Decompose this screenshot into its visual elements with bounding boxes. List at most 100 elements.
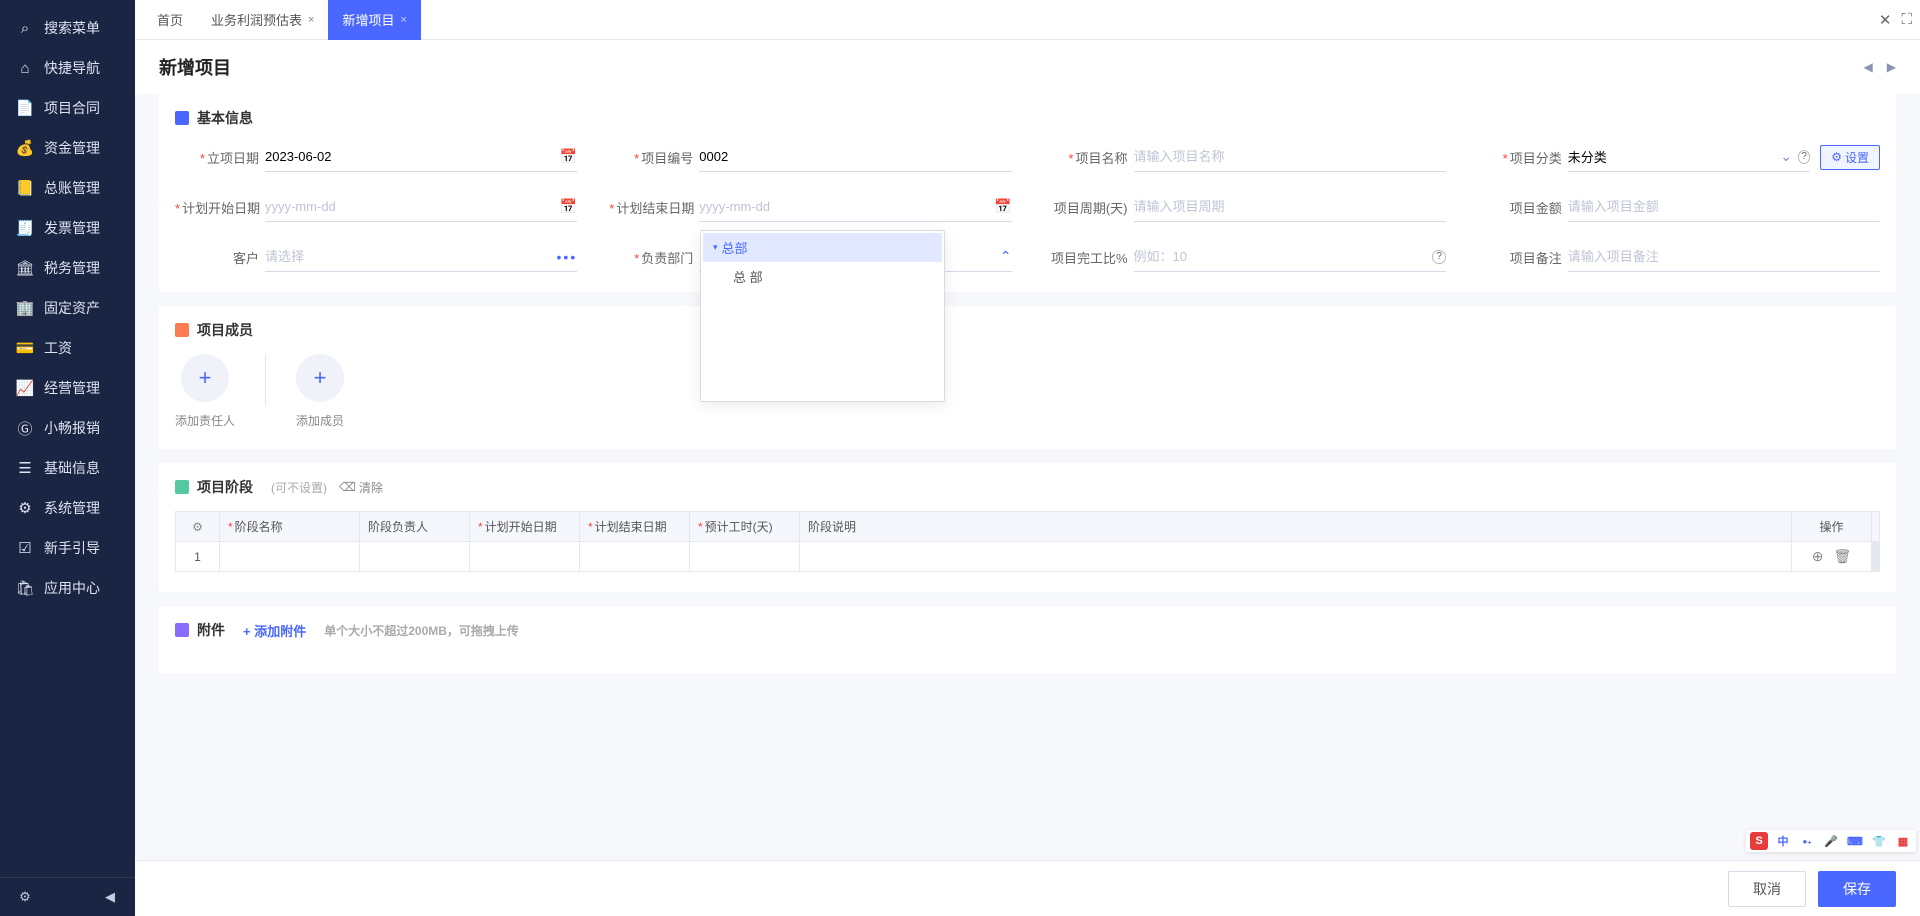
category-select[interactable] (1568, 149, 1775, 164)
search-icon: ⌕ (16, 19, 34, 37)
sidebar-search[interactable]: ⌕ 搜索菜单 (0, 8, 135, 48)
sidebar-item-baseinfo[interactable]: ☰基础信息 (0, 448, 135, 488)
add-owner-button[interactable]: + (181, 354, 229, 402)
phase-start-cell[interactable] (470, 542, 580, 572)
g-icon: Ⓖ (16, 419, 34, 437)
phase-end-cell[interactable] (580, 542, 690, 572)
dept-dropdown[interactable]: ▾总部 总 部 (700, 230, 945, 402)
sidebar-item-business[interactable]: 📈经营管理 (0, 368, 135, 408)
ime-s-icon[interactable]: S (1750, 832, 1768, 850)
footer-collapse-icon[interactable]: ◀ (101, 888, 119, 906)
sidebar-item-salary[interactable]: 💳工资 (0, 328, 135, 368)
attach-hint: 单个大小不超过200MB，可拖拽上传 (324, 622, 519, 639)
ime-keyboard-icon[interactable]: ⌨ (1846, 832, 1864, 850)
sidebar-item-ledger[interactable]: 📒总账管理 (0, 168, 135, 208)
sidebar-item-quicknav[interactable]: ⌂快捷导航 (0, 48, 135, 88)
list-icon: ☰ (16, 459, 34, 477)
save-button[interactable]: 保存 (1818, 871, 1896, 907)
tree-item-root[interactable]: ▾总部 (703, 233, 942, 262)
end-date-input[interactable] (699, 199, 988, 214)
section-icon (175, 623, 189, 637)
tax-icon: 🏛 (16, 259, 34, 277)
help-icon[interactable]: ? (1798, 150, 1810, 164)
name-input[interactable] (1134, 149, 1446, 164)
date-input[interactable] (265, 149, 554, 164)
phases-hint: (可不设置) (271, 479, 327, 496)
sidebar-item-guide[interactable]: ☑新手引导 (0, 528, 135, 568)
tab-new-project[interactable]: 新增项目× (328, 0, 420, 40)
amount-input[interactable] (1568, 199, 1880, 214)
tabbar: 首页 业务利润预估表× 新增项目× ✕ ⛶ (135, 0, 1920, 40)
phase-owner-cell[interactable] (360, 542, 470, 572)
basic-info-card: 基本信息 *立项日期📅 *项目编号 *项目名称 *项目分类 ⌄? ⚙ 设置 *计… (159, 94, 1896, 292)
tree-item-child[interactable]: 总 部 (703, 262, 942, 291)
chevron-up-icon[interactable]: ⌃ (1000, 248, 1012, 265)
ime-toolbox-icon[interactable]: ▦ (1894, 832, 1912, 850)
remark-input[interactable] (1568, 249, 1880, 264)
chevron-down-icon[interactable]: ⌄ (1780, 148, 1792, 165)
sidebar-item-system[interactable]: ⚙系统管理 (0, 488, 135, 528)
close-all-icon[interactable]: ✕ (1879, 11, 1892, 29)
book-icon: 📒 (16, 179, 34, 197)
page-title: 新增项目 (159, 54, 231, 80)
phase-desc-cell[interactable] (800, 542, 1792, 572)
ime-bar: S 中 ●₊ 🎤 ⌨ 👕 ▦ (1746, 830, 1916, 852)
fullscreen-icon[interactable]: ⛶ (1901, 11, 1912, 29)
help-icon[interactable]: ? (1432, 250, 1445, 264)
section-icon (175, 111, 189, 125)
divider (265, 354, 266, 406)
sidebar-item-assets[interactable]: 🏢固定资产 (0, 288, 135, 328)
clear-phases-button[interactable]: ⌫ 清除 (339, 479, 383, 496)
sidebar-item-project-contract[interactable]: 📄项目合同 (0, 88, 135, 128)
sidebar-item-funds[interactable]: 💰资金管理 (0, 128, 135, 168)
ime-lang-icon[interactable]: 中 (1774, 832, 1792, 850)
tab-profit-estimate[interactable]: 业务利润预估表× (197, 0, 328, 40)
section-icon (175, 480, 189, 494)
members-card: 项目成员 + 添加责任人 + 添加成员 (159, 306, 1896, 449)
row-add-icon[interactable]: ⊕ (1812, 548, 1824, 565)
sidebar-item-expense[interactable]: Ⓖ小畅报销 (0, 408, 135, 448)
footer-gear-icon[interactable]: ⚙ (16, 888, 34, 906)
sidebar-item-tax[interactable]: 🏛税务管理 (0, 248, 135, 288)
ime-mic-icon[interactable]: 🎤 (1822, 832, 1840, 850)
add-member-button[interactable]: + (296, 354, 344, 402)
sidebar-item-invoice[interactable]: 🧾发票管理 (0, 208, 135, 248)
start-date-input[interactable] (265, 199, 554, 214)
close-icon[interactable]: × (308, 14, 314, 26)
table-gear-icon[interactable]: ⚙ (192, 520, 203, 534)
gear-icon: ⚙ (16, 499, 34, 517)
cancel-button[interactable]: 取消 (1728, 871, 1806, 907)
chart-icon: 📈 (16, 379, 34, 397)
ime-punct-icon[interactable]: ●₊ (1798, 832, 1816, 850)
add-attachment-link[interactable]: + 添加附件 (243, 621, 306, 640)
ime-skin-icon[interactable]: 👕 (1870, 832, 1888, 850)
customer-select[interactable] (265, 249, 551, 264)
calendar-icon[interactable]: 📅 (560, 148, 577, 165)
sidebar-item-apps[interactable]: 🛍应用中心 (0, 568, 135, 608)
more-icon[interactable]: ••• (557, 249, 578, 265)
prev-icon[interactable]: ◀ (1864, 60, 1873, 74)
phase-name-cell[interactable] (220, 542, 360, 572)
calendar-icon[interactable]: 📅 (994, 198, 1011, 215)
home-icon: ⌂ (16, 59, 34, 77)
row-delete-icon[interactable]: 🗑 (1833, 548, 1851, 565)
attachment-card: 附件 + 添加附件 单个大小不超过200MB，可拖拽上传 (159, 606, 1896, 674)
receipt-icon: 🧾 (16, 219, 34, 237)
phase-table: ⚙ *阶段名称 阶段负责人 *计划开始日期 *计划结束日期 *预计工时(天) 阶… (175, 511, 1880, 572)
settings-button[interactable]: ⚙ 设置 (1820, 145, 1880, 170)
tab-home[interactable]: 首页 (143, 0, 197, 40)
phase-hours-cell[interactable] (690, 542, 800, 572)
table-row[interactable]: 1 ⊕ 🗑 (176, 542, 1880, 572)
row-index: 1 (176, 542, 220, 572)
close-icon[interactable]: × (400, 14, 406, 26)
doc-icon: 📄 (16, 99, 34, 117)
period-input[interactable] (1134, 199, 1446, 214)
next-icon[interactable]: ▶ (1887, 60, 1896, 74)
progress-input[interactable] (1134, 249, 1427, 264)
phases-card: 项目阶段 (可不设置) ⌫ 清除 ⚙ *阶段名称 阶段负责人 *计划开始日期 *… (159, 463, 1896, 592)
calendar-icon[interactable]: 📅 (560, 198, 577, 215)
code-input[interactable] (699, 149, 1011, 164)
check-icon: ☑ (16, 539, 34, 557)
footer: 取消 保存 (135, 860, 1920, 916)
bag-icon: 🛍 (16, 579, 34, 597)
